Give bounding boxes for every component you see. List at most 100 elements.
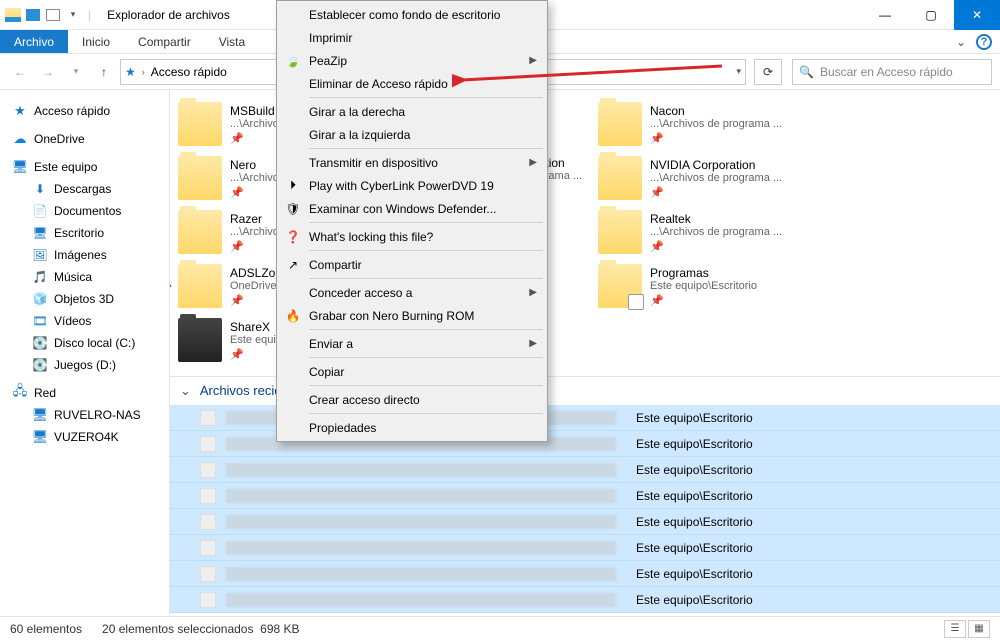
context-menu-item[interactable]: Girar a la derecha — [279, 100, 545, 123]
menu-item-icon: ↗ — [285, 257, 301, 273]
folder-item[interactable]: NVIDIA Corporation ...\Archivos de progr… — [594, 152, 794, 204]
close-button[interactable]: ✕ — [954, 0, 1000, 30]
up-button[interactable]: ↑ — [92, 60, 116, 84]
menu-item-icon: ⏵ — [285, 178, 301, 194]
context-menu-item[interactable]: Transmitir en dispositivo ▶ — [279, 151, 545, 174]
recent-file-row[interactable]: Este equipo\Escritorio — [170, 483, 1000, 509]
file-location: Este equipo\Escritorio — [636, 411, 753, 425]
menu-item-label: Copiar — [309, 365, 344, 379]
sidebar-onedrive[interactable]: ☁ OneDrive — [0, 128, 169, 150]
sidebar-item[interactable]: 🖥RUVELRO-NAS — [0, 404, 169, 426]
refresh-button[interactable]: ⟳ — [754, 59, 782, 85]
folder-icon: 🖥 — [32, 225, 48, 241]
recent-file-row[interactable]: Este equipo\Escritorio — [170, 457, 1000, 483]
forward-button[interactable]: → — [36, 60, 60, 84]
context-menu-item[interactable]: Conceder acceso a▶ — [279, 281, 545, 304]
file-name — [226, 463, 616, 477]
menu-item-label: Transmitir en dispositivo — [309, 156, 438, 170]
folder-icon — [178, 102, 222, 146]
computer-icon: 🖥 — [32, 429, 48, 445]
back-button[interactable]: ← — [8, 60, 32, 84]
tab-view[interactable]: Vista — [205, 30, 259, 53]
context-menu-item[interactable]: 🍃PeaZip▶ — [279, 49, 545, 72]
file-icon — [200, 436, 216, 452]
sidebar-item[interactable]: 💽Juegos (D:) — [0, 354, 169, 376]
menu-item-icon: 🔥 — [285, 308, 301, 324]
menu-item-label: Eliminar de Acceso rápido — [309, 77, 448, 91]
context-menu-item[interactable]: Eliminar de Acceso rápido — [279, 72, 545, 95]
details-view-button[interactable]: ☰ — [944, 620, 966, 638]
sidebar-item[interactable]: 🖥VUZERO4K — [0, 426, 169, 448]
folder-item[interactable]: Programas Este equipo\Escritorio 📌 — [594, 260, 794, 312]
context-menu-item[interactable]: ⏵Play with CyberLink PowerDVD 19 — [279, 174, 545, 197]
qat-item-icon[interactable] — [24, 6, 42, 24]
cloud-sync-icon: ☁ — [170, 276, 172, 290]
address-dropdown-icon[interactable]: ▾ — [736, 66, 741, 77]
folder-icon — [598, 156, 642, 200]
qat-dropdown-icon[interactable]: ▾ — [64, 6, 82, 24]
context-menu-item[interactable]: Copiar — [279, 360, 545, 383]
file-icon — [200, 514, 216, 530]
context-menu-item[interactable]: 🛡Examinar con Windows Defender... — [279, 197, 545, 220]
sidebar-item[interactable]: 🖥Escritorio — [0, 222, 169, 244]
recent-file-row[interactable]: Este equipo\Escritorio — [170, 587, 1000, 613]
sidebar-this-pc[interactable]: 🖥 Este equipo — [0, 156, 169, 178]
sidebar-item[interactable]: 📄Documentos — [0, 200, 169, 222]
tab-share[interactable]: Compartir — [124, 30, 205, 53]
context-menu-item[interactable]: 🔥 Grabar con Nero Burning ROM — [279, 304, 545, 327]
folder-name: Nacon — [650, 104, 782, 118]
minimize-button[interactable]: — — [862, 0, 908, 30]
sidebar-item[interactable]: 🧊Objetos 3D — [0, 288, 169, 310]
folder-name: Realtek — [650, 212, 782, 226]
file-location: Este equipo\Escritorio — [636, 515, 753, 529]
folder-name: NVIDIA Corporation — [650, 158, 782, 172]
search-input[interactable]: 🔍 Buscar en Acceso rápido — [792, 59, 992, 85]
context-menu-item[interactable]: ❓What's locking this file? — [279, 225, 545, 248]
sidebar-item[interactable]: ⬇Descargas — [0, 178, 169, 200]
help-icon[interactable]: ? — [976, 34, 992, 50]
file-location: Este equipo\Escritorio — [636, 463, 753, 477]
window-title: Explorador de archivos — [107, 8, 230, 22]
tab-home[interactable]: Inicio — [68, 30, 124, 53]
sidebar-item[interactable]: 🖼Imágenes — [0, 244, 169, 266]
sidebar-network[interactable]: 🖧 Red — [0, 382, 169, 404]
file-icon — [200, 566, 216, 582]
sidebar-item[interactable]: 🎵Música — [0, 266, 169, 288]
breadcrumb[interactable]: Acceso rápido — [151, 65, 227, 79]
sidebar-item[interactable]: 🎞Vídeos — [0, 310, 169, 332]
thumbnails-view-button[interactable]: ▦ — [968, 620, 990, 638]
menu-item-label: What's locking this file? — [309, 230, 433, 244]
menu-item-label: Girar a la derecha — [309, 105, 405, 119]
status-bar: 60 elementos 20 elementos seleccionados … — [0, 616, 1000, 640]
menu-item-label: Imprimir — [309, 31, 352, 45]
maximize-button[interactable]: ▢ — [908, 0, 954, 30]
sidebar-item[interactable]: 💽Disco local (C:) — [0, 332, 169, 354]
recent-file-row[interactable]: Este equipo\Escritorio — [170, 509, 1000, 535]
ribbon-collapse-icon[interactable]: ⌄ — [956, 35, 966, 49]
folder-item[interactable]: Nacon ...\Archivos de programa ... 📌 — [594, 98, 794, 150]
recent-file-row[interactable]: Este equipo\Escritorio — [170, 535, 1000, 561]
file-icon — [200, 592, 216, 608]
tab-file[interactable]: Archivo — [0, 30, 68, 53]
qat-item-icon[interactable] — [44, 6, 62, 24]
sidebar-quick-access[interactable]: ★ Acceso rápido — [0, 100, 169, 122]
context-menu-item[interactable]: Crear acceso directo — [279, 388, 545, 411]
context-menu-item[interactable]: ↗Compartir — [279, 253, 545, 276]
recent-dropdown-icon[interactable]: ▾ — [64, 60, 88, 84]
context-menu-item[interactable]: Enviar a▶ — [279, 332, 545, 355]
menu-item-label: Grabar con Nero Burning ROM — [309, 309, 474, 323]
file-location: Este equipo\Escritorio — [636, 437, 753, 451]
recent-file-row[interactable]: Este equipo\Escritorio — [170, 561, 1000, 587]
star-icon: ★ — [12, 103, 28, 119]
folder-path: ...\Archivos de programa ... — [650, 118, 782, 130]
folder-icon: 🖼 — [32, 247, 48, 263]
menu-item-label: Conceder acceso a — [309, 286, 412, 300]
file-location: Este equipo\Escritorio — [636, 489, 753, 503]
context-menu-item[interactable]: Establecer como fondo de escritorio — [279, 3, 545, 26]
context-menu-item[interactable]: Propiedades — [279, 416, 545, 439]
folder-item[interactable]: Realtek ...\Archivos de programa ... 📌 — [594, 206, 794, 258]
context-menu-item[interactable]: Girar a la izquierda — [279, 123, 545, 146]
submenu-arrow-icon: ▶ — [529, 157, 537, 168]
context-menu-item[interactable]: Imprimir — [279, 26, 545, 49]
file-name — [226, 489, 616, 503]
